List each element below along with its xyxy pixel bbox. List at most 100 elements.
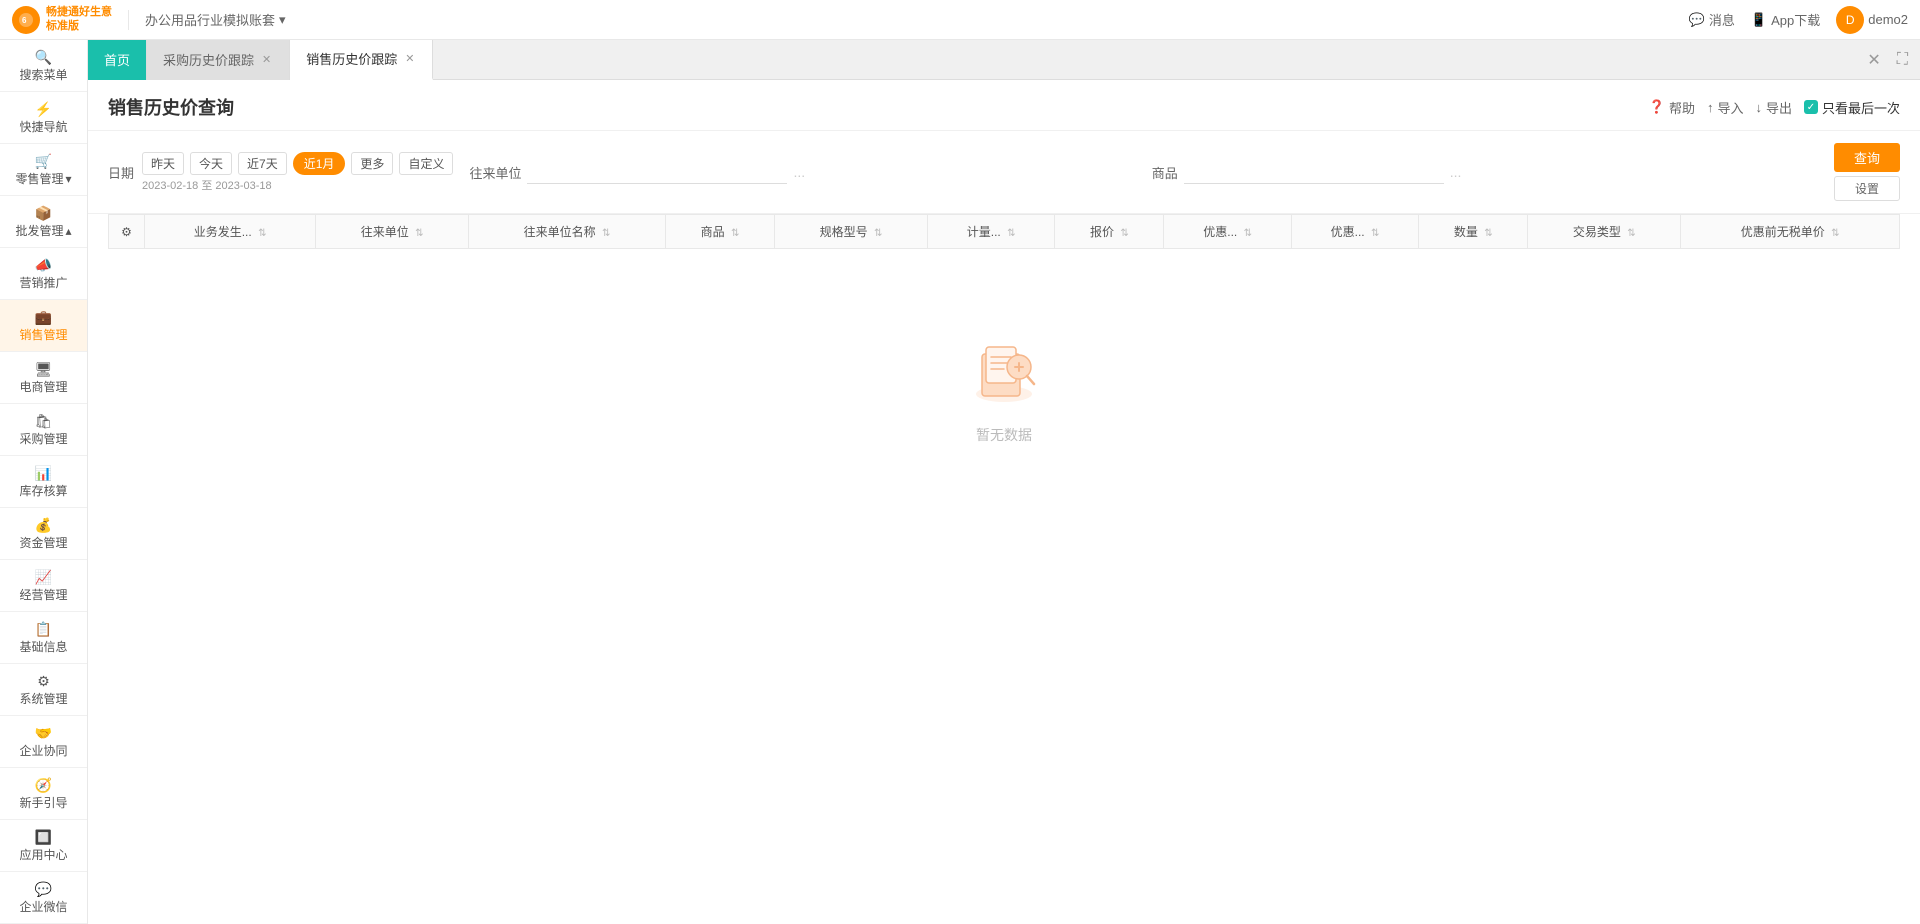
table-col-price[interactable]: 报价 ⇅ bbox=[1055, 215, 1164, 249]
filter-actions: 查询 设置 bbox=[1834, 143, 1900, 201]
table-area: ⚙ 业务发生... ⇅ 往来单位 ⇅ 往来单位名称 bbox=[88, 214, 1920, 525]
date-btn-last1m[interactable]: 近1月 bbox=[293, 152, 346, 175]
workspace-dropdown-icon: ▾ bbox=[279, 12, 286, 28]
import-label: 导入 bbox=[1717, 98, 1743, 117]
table-col-settings[interactable]: ⚙ bbox=[109, 215, 145, 249]
query-button[interactable]: 查询 bbox=[1834, 143, 1900, 172]
import-link[interactable]: ↑ 导入 bbox=[1707, 98, 1744, 117]
table-col-unit[interactable]: 计量... ⇅ bbox=[927, 215, 1054, 249]
sidebar-item-purchase[interactable]: 🛍 采购管理 bbox=[0, 404, 87, 456]
table-col-quantity[interactable]: 数量 ⇅ bbox=[1419, 215, 1528, 249]
sidebar-item-guide[interactable]: 🧭 新手引导 bbox=[0, 768, 87, 820]
sidebar-item-system[interactable]: ⚙ 系统管理 bbox=[0, 664, 87, 716]
sidebar-item-marketing[interactable]: 📣 营销推广 bbox=[0, 248, 87, 300]
settings-button[interactable]: 设置 bbox=[1834, 176, 1900, 201]
sidebar-item-basic-info[interactable]: 📋 基础信息 bbox=[0, 612, 87, 664]
sidebar-item-label: 新手引导 bbox=[19, 796, 67, 812]
tab-close-all-button[interactable]: ✕ bbox=[1863, 46, 1884, 74]
main-layout: 🔍 搜索菜单 ⚡ 快捷导航 🛒 零售管理 ▾ 📦 批发管理 ▴ 📣 营销推广 bbox=[0, 40, 1920, 924]
sort-icon-partner-code: ⇅ bbox=[415, 228, 423, 239]
sidebar-item-enterprise[interactable]: 🤝 企业协同 bbox=[0, 716, 87, 768]
system-icon: ⚙ bbox=[37, 672, 50, 690]
tab-close-purchase-history[interactable]: ✕ bbox=[260, 51, 273, 68]
tab-purchase-history[interactable]: 采购历史价跟踪 ✕ bbox=[147, 40, 290, 80]
sidebar-item-wholesale[interactable]: 📦 批发管理 ▴ bbox=[0, 196, 87, 248]
date-options-col: 昨天 今天 近7天 近1月 更多 自定义 2023-02-18 至 2023-0… bbox=[142, 152, 453, 193]
sidebar-item-app-center[interactable]: 🔲 应用中心 bbox=[0, 820, 87, 872]
sidebar-item-label: 基础信息 bbox=[19, 640, 67, 656]
page-content: 销售历史价查询 ❓ 帮助 ↑ 导入 ↓ 导出 ✓ bbox=[88, 80, 1920, 924]
empty-state: 暂无数据 bbox=[108, 249, 1900, 525]
sort-icon-price: ⇅ bbox=[1120, 228, 1128, 239]
header-left: 6 畅捷通好生意 标准版 办公用品行业模拟账套 ▾ bbox=[12, 6, 286, 34]
workspace-name: 办公用品行业模拟账套 bbox=[145, 10, 275, 29]
partner-filter-input[interactable] bbox=[527, 160, 787, 184]
table-col-product[interactable]: 商品 ⇅ bbox=[665, 215, 774, 249]
header-divider bbox=[128, 10, 129, 30]
table-settings-icon: ⚙ bbox=[121, 225, 132, 239]
table-col-spec[interactable]: 规格型号 ⇅ bbox=[775, 215, 928, 249]
table-col-biz-date[interactable]: 业务发生... ⇅ bbox=[145, 215, 316, 249]
sidebar-item-retail[interactable]: 🛒 零售管理 ▾ bbox=[0, 144, 87, 196]
user-avatar: D bbox=[1836, 6, 1864, 34]
svg-text:6: 6 bbox=[22, 16, 27, 25]
ecommerce-icon: 🖥 bbox=[35, 360, 53, 378]
sidebar-item-operations[interactable]: 📈 经营管理 bbox=[0, 560, 87, 612]
logo-text: 畅捷通好生意 标准版 bbox=[46, 6, 112, 32]
sort-icon-quantity: ⇅ bbox=[1484, 228, 1492, 239]
home-tab-label: 首页 bbox=[104, 50, 130, 69]
tab-sales-history[interactable]: 销售历史价跟踪 ✕ bbox=[290, 40, 433, 80]
show-last-only-checkbox[interactable]: ✓ 只看最后一次 bbox=[1804, 98, 1900, 117]
chevron-up-icon: ▴ bbox=[65, 224, 71, 240]
help-link[interactable]: ❓ 帮助 bbox=[1649, 98, 1695, 117]
sidebar-item-inventory[interactable]: 📊 库存核算 bbox=[0, 456, 87, 508]
table-col-trade-type[interactable]: 交易类型 ⇅ bbox=[1528, 215, 1681, 249]
workspace-selector[interactable]: 办公用品行业模拟账套 ▾ bbox=[145, 10, 286, 29]
sidebar-item-search-menu[interactable]: 🔍 搜索菜单 bbox=[0, 40, 87, 92]
app-download-action[interactable]: 📱 App下载 bbox=[1751, 10, 1820, 29]
export-label: 导出 bbox=[1766, 98, 1792, 117]
app-download-label: App下载 bbox=[1771, 10, 1820, 29]
sidebar-item-finance[interactable]: 💰 资金管理 bbox=[0, 508, 87, 560]
sidebar-item-quick-nav[interactable]: ⚡ 快捷导航 bbox=[0, 92, 87, 144]
export-link[interactable]: ↓ 导出 bbox=[1755, 98, 1792, 117]
product-filter-dots[interactable]: ... bbox=[1450, 164, 1462, 180]
nav-icon: ⚡ bbox=[35, 100, 52, 118]
app-center-icon: 🔲 bbox=[35, 828, 52, 846]
partner-filter-dots[interactable]: ... bbox=[793, 164, 805, 180]
date-btn-more[interactable]: 更多 bbox=[351, 152, 393, 175]
sidebar-item-ecommerce[interactable]: 🖥 电商管理 bbox=[0, 352, 87, 404]
header-right: 💬 消息 📱 App下载 D demo2 bbox=[1689, 6, 1908, 34]
page-actions: ❓ 帮助 ↑ 导入 ↓ 导出 ✓ 只看最后一次 bbox=[1649, 98, 1900, 117]
date-btn-last7[interactable]: 近7天 bbox=[238, 152, 287, 175]
product-filter-input[interactable] bbox=[1184, 160, 1444, 184]
tab-maximize-button[interactable]: ⛶ bbox=[1893, 47, 1912, 73]
sidebar-item-sales[interactable]: 💼 销售管理 bbox=[0, 300, 87, 352]
page-header: 销售历史价查询 ❓ 帮助 ↑ 导入 ↓ 导出 ✓ bbox=[88, 80, 1920, 131]
tabs-bar: 首页 采购历史价跟踪 ✕ 销售历史价跟踪 ✕ ✕ ⛶ bbox=[88, 40, 1920, 80]
date-btn-yesterday[interactable]: 昨天 bbox=[142, 152, 184, 175]
sort-icon-partner-name: ⇅ bbox=[602, 228, 610, 239]
table-col-discount1[interactable]: 优惠... ⇅ bbox=[1164, 215, 1291, 249]
table-col-pretax-price[interactable]: 优惠前无税单价 ⇅ bbox=[1681, 215, 1900, 249]
date-btn-custom[interactable]: 自定义 bbox=[399, 152, 453, 175]
sidebar-item-label: 营销推广 bbox=[19, 276, 67, 292]
purchase-icon: 🛍 bbox=[35, 412, 53, 430]
page-title: 销售历史价查询 bbox=[108, 94, 234, 120]
table-col-partner-name[interactable]: 往来单位名称 ⇅ bbox=[469, 215, 666, 249]
guide-icon: 🧭 bbox=[35, 776, 52, 794]
message-action[interactable]: 💬 消息 bbox=[1689, 10, 1735, 29]
app-logo-icon: 6 bbox=[12, 6, 40, 34]
chevron-down-icon: ▾ bbox=[65, 172, 71, 188]
date-buttons: 昨天 今天 近7天 近1月 更多 自定义 bbox=[142, 152, 453, 175]
tab-home[interactable]: 首页 bbox=[88, 40, 147, 80]
user-action[interactable]: D demo2 bbox=[1836, 6, 1908, 34]
sidebar-item-enterprise-wechat[interactable]: 💬 企业微信 bbox=[0, 872, 87, 924]
tab-close-sales-history[interactable]: ✕ bbox=[403, 50, 416, 67]
table-col-discount2[interactable]: 优惠... ⇅ bbox=[1291, 215, 1418, 249]
date-range-text: 2023-02-18 至 2023-03-18 bbox=[142, 177, 453, 193]
table-col-partner-code[interactable]: 往来单位 ⇅ bbox=[316, 215, 469, 249]
sort-icon-pretax-price: ⇅ bbox=[1831, 228, 1839, 239]
help-icon: ❓ bbox=[1649, 99, 1665, 115]
date-btn-today[interactable]: 今天 bbox=[190, 152, 232, 175]
